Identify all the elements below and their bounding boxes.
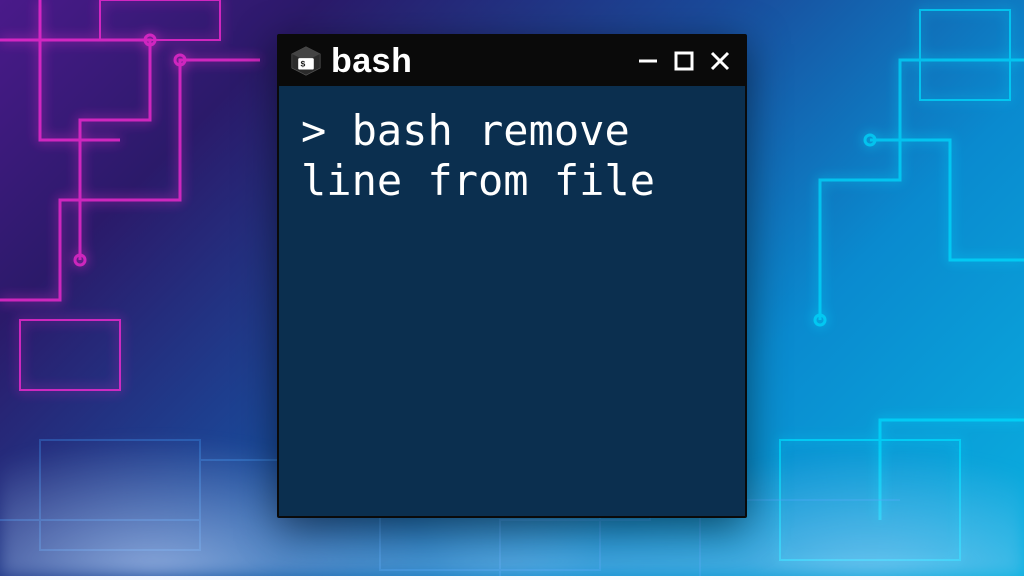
prompt-symbol: >: [301, 106, 326, 155]
maximize-button[interactable]: [673, 50, 695, 72]
terminal-window: $ bash > bash remove line from file: [277, 34, 747, 518]
terminal-command: bash remove line from file: [301, 106, 655, 205]
terminal-icon: $: [289, 44, 323, 78]
svg-text:$: $: [300, 60, 305, 70]
terminal-body[interactable]: > bash remove line from file: [279, 86, 745, 516]
titlebar[interactable]: $ bash: [279, 36, 745, 86]
window-title: bash: [331, 42, 629, 81]
close-button[interactable]: [709, 50, 731, 72]
window-controls: [637, 50, 735, 72]
minimize-button[interactable]: [637, 50, 659, 72]
